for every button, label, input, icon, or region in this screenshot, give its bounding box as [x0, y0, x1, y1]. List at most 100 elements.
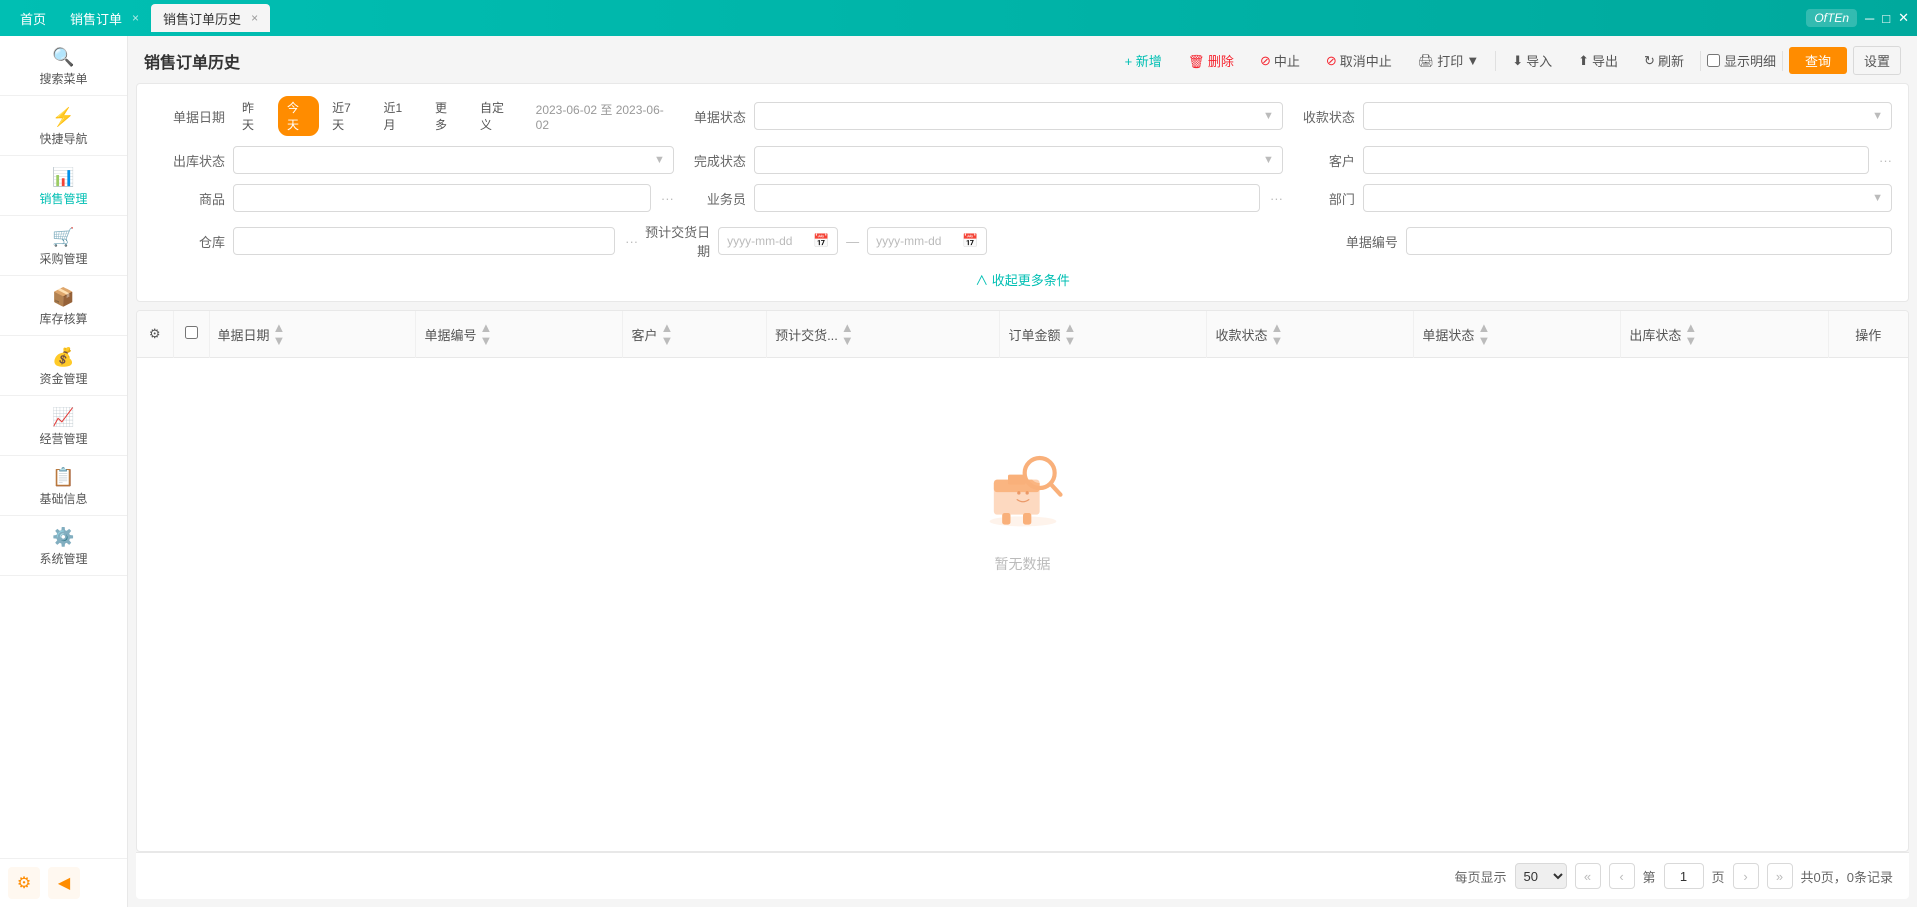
collapse-row[interactable]: ∧ 收起更多条件 — [153, 270, 1892, 289]
shortcut-custom[interactable]: 自定义 — [471, 96, 524, 136]
sidebar-item-search-menu[interactable]: 🔍 搜索菜单 — [0, 36, 127, 96]
refresh-button[interactable]: ↻ 刷新 — [1634, 47, 1694, 74]
window-min-btn[interactable]: ─ — [1865, 11, 1874, 26]
order-status-select[interactable]: ▼ — [754, 102, 1283, 130]
customer-control: ··· — [1363, 146, 1892, 174]
sidebar-settings-btn[interactable]: ⚙ — [8, 867, 40, 899]
th-date-sort: ▲▼ — [273, 321, 286, 347]
th-expected-delivery[interactable]: 预计交货... ▲▼ — [767, 311, 1000, 358]
sidebar-item-capital-mgmt[interactable]: 💰 资金管理 — [0, 336, 127, 396]
content-area: 销售订单历史 + 新增 🗑 删除 ⊘ 中止 ⊘ 取消中止 🖨 — [128, 36, 1917, 907]
order-no-label: 单据编号 — [1326, 232, 1406, 251]
th-delivery-status-label: 出库状态 — [1629, 325, 1681, 344]
export-button[interactable]: ⬆ 导出 — [1568, 47, 1628, 74]
th-customer-sort: ▲▼ — [660, 321, 673, 347]
th-order-status[interactable]: 单据状态 ▲▼ — [1414, 311, 1621, 358]
delivery-date-from[interactable]: yyyy-mm-dd 📅 — [718, 227, 838, 255]
sidebar-item-system-mgmt[interactable]: ⚙️ 系统管理 — [0, 516, 127, 576]
th-delivery-status[interactable]: 出库状态 ▲▼ — [1621, 311, 1828, 358]
tab-sales-order-history-close[interactable]: × — [251, 11, 258, 25]
select-all-checkbox[interactable] — [185, 326, 198, 339]
product-input[interactable] — [233, 184, 651, 212]
th-gear[interactable]: ⚙ — [137, 311, 173, 358]
sidebar-label-purchase-mgmt: 采购管理 — [39, 250, 87, 267]
delivery-date-to[interactable]: yyyy-mm-dd 📅 — [867, 227, 987, 255]
first-page-btn[interactable]: « — [1575, 863, 1601, 889]
display-cols-toggle[interactable]: 显示明细 — [1707, 51, 1776, 70]
salesperson-control: ··· — [754, 184, 1283, 212]
sidebar-label-quick-nav: 快捷导航 — [39, 130, 87, 147]
tab-sales-order-close[interactable]: × — [132, 11, 139, 25]
tab-sales-order[interactable]: 销售订单 × — [58, 4, 151, 32]
sidebar-item-quick-nav[interactable]: ⚡ 快捷导航 — [0, 96, 127, 156]
collection-status-arrow: ▼ — [1872, 110, 1883, 122]
page-title: 销售订单历史 — [144, 49, 240, 73]
th-no[interactable]: 单据编号 ▲▼ — [416, 311, 623, 358]
warehouse-control: ··· — [233, 227, 638, 255]
shortcut-yesterday[interactable]: 昨天 — [233, 96, 274, 136]
th-customer[interactable]: 客户 ▲▼ — [623, 311, 767, 358]
shortcut-7days[interactable]: 近7天 — [323, 96, 370, 136]
settings-button[interactable]: 设置 — [1853, 46, 1901, 75]
search-menu-icon: 🔍 — [52, 48, 74, 66]
query-button[interactable]: 查询 — [1789, 47, 1847, 74]
tab-home[interactable]: 首页 — [8, 4, 58, 32]
complete-status-select[interactable]: ▼ — [754, 146, 1283, 174]
cancel-stop-button[interactable]: ⊘ 取消中止 — [1316, 47, 1402, 74]
salesperson-input[interactable] — [754, 184, 1260, 212]
last-page-btn[interactable]: » — [1767, 863, 1793, 889]
sidebar-bottom: ⚙ ◀ — [0, 858, 127, 907]
warehouse-dots[interactable]: ··· — [625, 234, 638, 249]
per-page-select[interactable]: 10 20 50 100 — [1515, 863, 1567, 889]
prev-page-btn[interactable]: ‹ — [1609, 863, 1635, 889]
order-no-input[interactable] — [1406, 227, 1892, 255]
delivery-status-select[interactable]: ▼ — [233, 146, 674, 174]
data-table: ⚙ 单据日期 ▲▼ 单据编号 — [137, 311, 1908, 654]
collection-status-select[interactable]: ▼ — [1363, 102, 1892, 130]
warehouse-input[interactable] — [233, 227, 615, 255]
tab-sales-order-history[interactable]: 销售订单历史 × — [151, 4, 270, 32]
window-max-btn[interactable]: □ — [1882, 11, 1890, 26]
th-order-amount[interactable]: 订单金额 ▲▼ — [1000, 311, 1207, 358]
sidebar-item-basic-info[interactable]: 📋 基础信息 — [0, 456, 127, 516]
empty-state-cell: 暂无数据 — [137, 358, 1908, 655]
sidebar-item-inventory-check[interactable]: 📦 库存核算 — [0, 276, 127, 336]
customer-input[interactable] — [1363, 146, 1869, 174]
cal-icon-from: 📅 — [813, 233, 829, 249]
page-input[interactable] — [1664, 863, 1704, 889]
toolbar-divider-2 — [1700, 51, 1701, 71]
window-close-btn[interactable]: ✕ — [1898, 10, 1909, 26]
print-icon: 🖨 — [1418, 53, 1435, 69]
th-order-status-sort: ▲▼ — [1477, 321, 1490, 347]
department-label: 部门 — [1283, 189, 1363, 208]
display-cols-checkbox[interactable] — [1707, 54, 1720, 67]
salesperson-dots[interactable]: ··· — [1270, 191, 1283, 206]
next-page-btn[interactable]: › — [1733, 863, 1759, 889]
th-collection-status-label: 收款状态 — [1215, 325, 1267, 344]
filter-row-1: 单据日期 昨天 今天 近7天 近1月 更多 自定义 2023-06-02 至 2… — [153, 96, 1892, 136]
new-button[interactable]: + 新增 — [1115, 47, 1172, 74]
th-checkbox[interactable] — [173, 311, 209, 358]
print-button[interactable]: 🖨 打印 ▼ — [1408, 47, 1489, 74]
import-button[interactable]: ⬇ 导入 — [1502, 47, 1562, 74]
tab-sales-order-history-label: 销售订单历史 — [163, 9, 241, 28]
shortcut-today[interactable]: 今天 — [278, 96, 319, 136]
sidebar-item-sales-mgmt[interactable]: 📊 销售管理 — [0, 156, 127, 216]
sidebar-item-operations-mgmt[interactable]: 📈 经营管理 — [0, 396, 127, 456]
order-status-label: 单据状态 — [674, 107, 754, 126]
pagination: 每页显示 10 20 50 100 « ‹ 第 页 › » 共0页，0条记录 — [136, 852, 1909, 899]
warehouse-label: 仓库 — [153, 232, 233, 251]
th-collection-status[interactable]: 收款状态 ▲▼ — [1207, 311, 1414, 358]
sidebar-item-purchase-mgmt[interactable]: 🛒 采购管理 — [0, 216, 127, 276]
sidebar-collapse-btn[interactable]: ◀ — [48, 867, 80, 899]
shortcut-1month[interactable]: 近1月 — [375, 96, 422, 136]
department-select[interactable]: ▼ — [1363, 184, 1892, 212]
customer-label: 客户 — [1283, 151, 1363, 170]
date-label: 单据日期 — [153, 107, 233, 126]
th-date[interactable]: 单据日期 ▲▼ — [209, 311, 416, 358]
product-dots[interactable]: ··· — [661, 191, 674, 206]
stop-button[interactable]: ⊘ 中止 — [1250, 47, 1310, 74]
customer-dots[interactable]: ··· — [1879, 153, 1892, 168]
delete-button[interactable]: 🗑 删除 — [1178, 47, 1244, 74]
shortcut-more[interactable]: 更多 — [426, 96, 467, 136]
